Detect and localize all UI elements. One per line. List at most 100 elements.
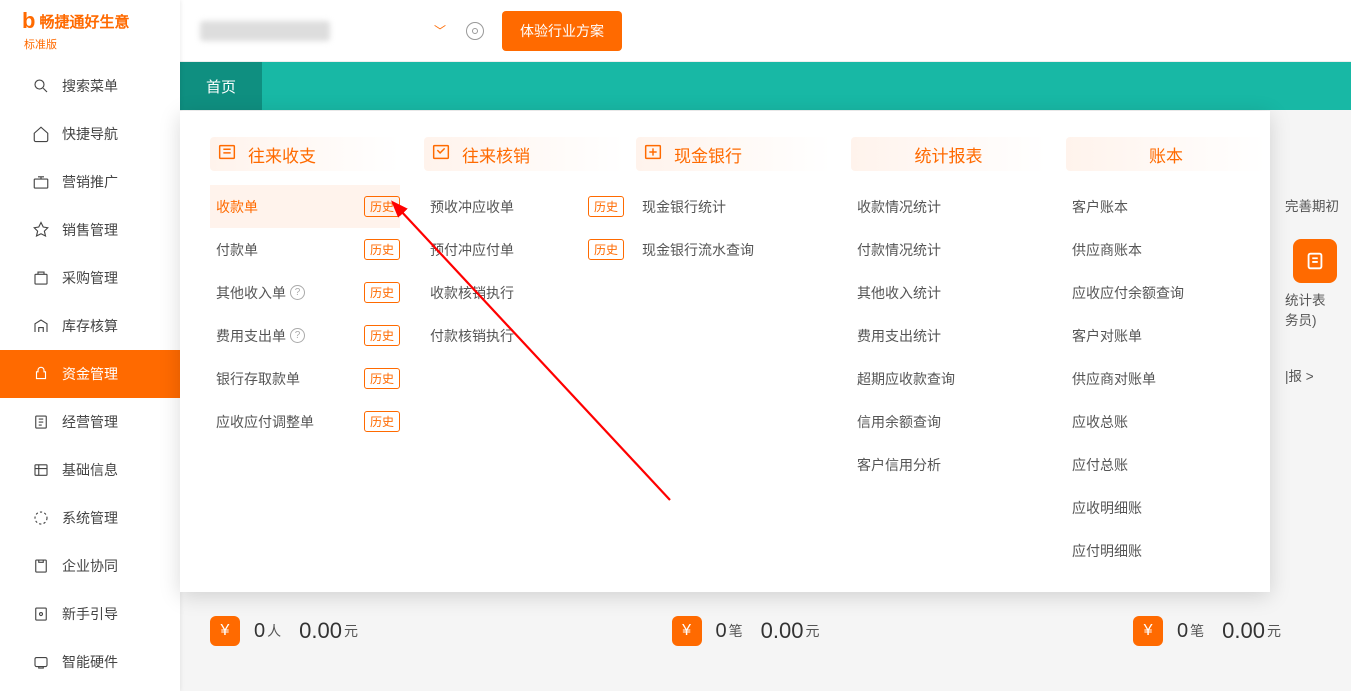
mega-link[interactable]: 信用余额查询 (851, 400, 1046, 443)
nav-item-11[interactable]: 新手引导 (0, 590, 180, 638)
mega-link[interactable]: 预收冲应收单历史 (424, 185, 624, 228)
stat-icon-1: ¥ (210, 616, 240, 646)
mega-link-label: 现金银行流水查询 (642, 240, 831, 260)
mega-link[interactable]: 应付总账 (1066, 443, 1266, 486)
history-tag[interactable]: 历史 (364, 411, 400, 432)
mega-column-4: 账本客户账本供应商账本应收应付余额查询客户对账单供应商对账单应收总账应付总账应收… (1066, 137, 1266, 572)
stat-block-3: ¥ 0 笔 0.00 元 (1133, 601, 1281, 661)
mega-link-label: 应收应付余额查询 (1072, 283, 1266, 303)
mega-column-header: 往来收支 (210, 137, 400, 171)
history-tag[interactable]: 历史 (364, 325, 400, 346)
column-header-label: 往来收支 (248, 142, 316, 167)
mega-link[interactable]: 客户信用分析 (851, 443, 1046, 486)
mega-link[interactable]: 应付明细账 (1066, 529, 1266, 572)
nav-item-9[interactable]: 系统管理 (0, 494, 180, 542)
nav-icon (32, 365, 50, 383)
nav-item-5[interactable]: 库存核算 (0, 302, 180, 350)
stat-icon-2: ¥ (672, 616, 702, 646)
mega-link[interactable]: 付款情况统计 (851, 228, 1046, 271)
mega-link-label: 预收冲应收单 (430, 197, 578, 217)
mega-link[interactable]: 超期应收款查询 (851, 357, 1046, 400)
right-shortcut-icon[interactable] (1293, 239, 1337, 283)
history-tag[interactable]: 历史 (588, 239, 624, 260)
mega-link[interactable]: 现金银行流水查询 (636, 228, 831, 271)
mega-link[interactable]: 收款核销执行 (424, 271, 624, 314)
help-icon[interactable]: ? (290, 285, 305, 300)
mega-link[interactable]: 应收明细账 (1066, 486, 1266, 529)
org-selector[interactable]: ﹀ (200, 21, 502, 41)
mega-link-label: 应收明细账 (1072, 498, 1266, 518)
mega-link[interactable]: 费用支出统计 (851, 314, 1046, 357)
gear-icon[interactable] (466, 22, 484, 40)
industry-plan-button[interactable]: 体验行业方案 (502, 11, 622, 51)
mega-link[interactable]: 收款单历史 (210, 185, 400, 228)
brand-name: 畅捷通好生意 (39, 11, 129, 32)
mega-link-label: 客户信用分析 (857, 455, 1046, 475)
mega-link[interactable]: 供应商对账单 (1066, 357, 1266, 400)
nav-label: 新手引导 (62, 604, 118, 624)
mega-link-label: 供应商账本 (1072, 240, 1266, 260)
mega-link[interactable]: 其他收入统计 (851, 271, 1046, 314)
tab-home[interactable]: 首页 (180, 62, 262, 110)
help-icon[interactable]: ? (290, 328, 305, 343)
mega-column-header: 统计报表 (851, 137, 1046, 171)
nav-item-12[interactable]: 智能硬件 (0, 638, 180, 686)
mega-column-1: 往来核销预收冲应收单历史预付冲应付单历史收款核销执行付款核销执行 (424, 137, 624, 572)
nav-item-1[interactable]: 快捷导航 (0, 110, 180, 158)
nav-item-2[interactable]: 营销推广 (0, 158, 180, 206)
history-tag[interactable]: 历史 (364, 239, 400, 260)
mega-column-header: 账本 (1066, 137, 1266, 171)
nav-item-6[interactable]: 资金管理 (0, 350, 180, 398)
right-text-2b[interactable]: 务员) (1281, 311, 1351, 331)
history-tag[interactable]: 历史 (364, 368, 400, 389)
column-header-label: 往来核销 (462, 142, 530, 167)
mega-column-header: 现金银行 (636, 137, 831, 171)
nav-item-4[interactable]: 采购管理 (0, 254, 180, 302)
right-shortcuts: 完善期初 统计表 务员) |报 > (1281, 135, 1351, 387)
chevron-down-icon[interactable]: ﹀ (434, 22, 446, 39)
right-text-1[interactable]: 完善期初 (1281, 195, 1351, 219)
nav-label: 搜索菜单 (62, 76, 118, 96)
mega-link[interactable]: 银行存取款单历史 (210, 357, 400, 400)
nav-icon (32, 413, 50, 431)
mega-link[interactable]: 应收总账 (1066, 400, 1266, 443)
mega-link[interactable]: 应收应付调整单历史 (210, 400, 400, 443)
mega-link[interactable]: 付款单历史 (210, 228, 400, 271)
brand-icon: b (22, 8, 35, 34)
org-name-blurred (200, 21, 330, 41)
nav-item-0[interactable]: 搜索菜单 (0, 62, 180, 110)
nav-icon (32, 269, 50, 287)
right-text-2a[interactable]: 统计表 (1281, 291, 1351, 311)
mega-link[interactable]: 客户对账单 (1066, 314, 1266, 357)
nav-label: 企业协同 (62, 556, 118, 576)
mega-link-label: 其他收入统计 (857, 283, 1046, 303)
mega-column-3: 统计报表收款情况统计付款情况统计其他收入统计费用支出统计超期应收款查询信用余额查… (851, 137, 1046, 572)
nav-item-7[interactable]: 经营管理 (0, 398, 180, 446)
nav-item-10[interactable]: 企业协同 (0, 542, 180, 590)
history-tag[interactable]: 历史 (588, 196, 624, 217)
mega-link[interactable]: 预付冲应付单历史 (424, 228, 624, 271)
mega-link-label: 费用支出单? (216, 326, 354, 346)
nav-label: 营销推广 (62, 172, 118, 192)
mega-menu-panel: 往来收支收款单历史付款单历史其他收入单?历史费用支出单?历史银行存取款单历史应收… (180, 111, 1270, 592)
mega-link[interactable]: 其他收入单?历史 (210, 271, 400, 314)
mega-link-label: 银行存取款单 (216, 369, 354, 389)
right-text-3[interactable]: |报 > (1281, 367, 1351, 387)
mega-link-label: 收款单 (216, 197, 354, 217)
mega-link[interactable]: 现金银行统计 (636, 185, 831, 228)
history-tag[interactable]: 历史 (364, 282, 400, 303)
mega-link[interactable]: 收款情况统计 (851, 185, 1046, 228)
mega-link[interactable]: 应收应付余额查询 (1066, 271, 1266, 314)
mega-link-label: 收款情况统计 (857, 197, 1046, 217)
mega-link[interactable]: 供应商账本 (1066, 228, 1266, 271)
history-tag[interactable]: 历史 (364, 196, 400, 217)
mega-link-label: 应付总账 (1072, 455, 1266, 475)
mega-link-label: 预付冲应付单 (430, 240, 578, 260)
mega-link-label: 信用余额查询 (857, 412, 1046, 432)
nav-item-3[interactable]: 销售管理 (0, 206, 180, 254)
mega-link[interactable]: 费用支出单? 历史 (210, 314, 400, 357)
mega-link[interactable]: 付款核销执行 (424, 314, 624, 357)
nav-item-8[interactable]: 基础信息 (0, 446, 180, 494)
mega-link[interactable]: 客户账本 (1066, 185, 1266, 228)
nav-icon (32, 461, 50, 479)
